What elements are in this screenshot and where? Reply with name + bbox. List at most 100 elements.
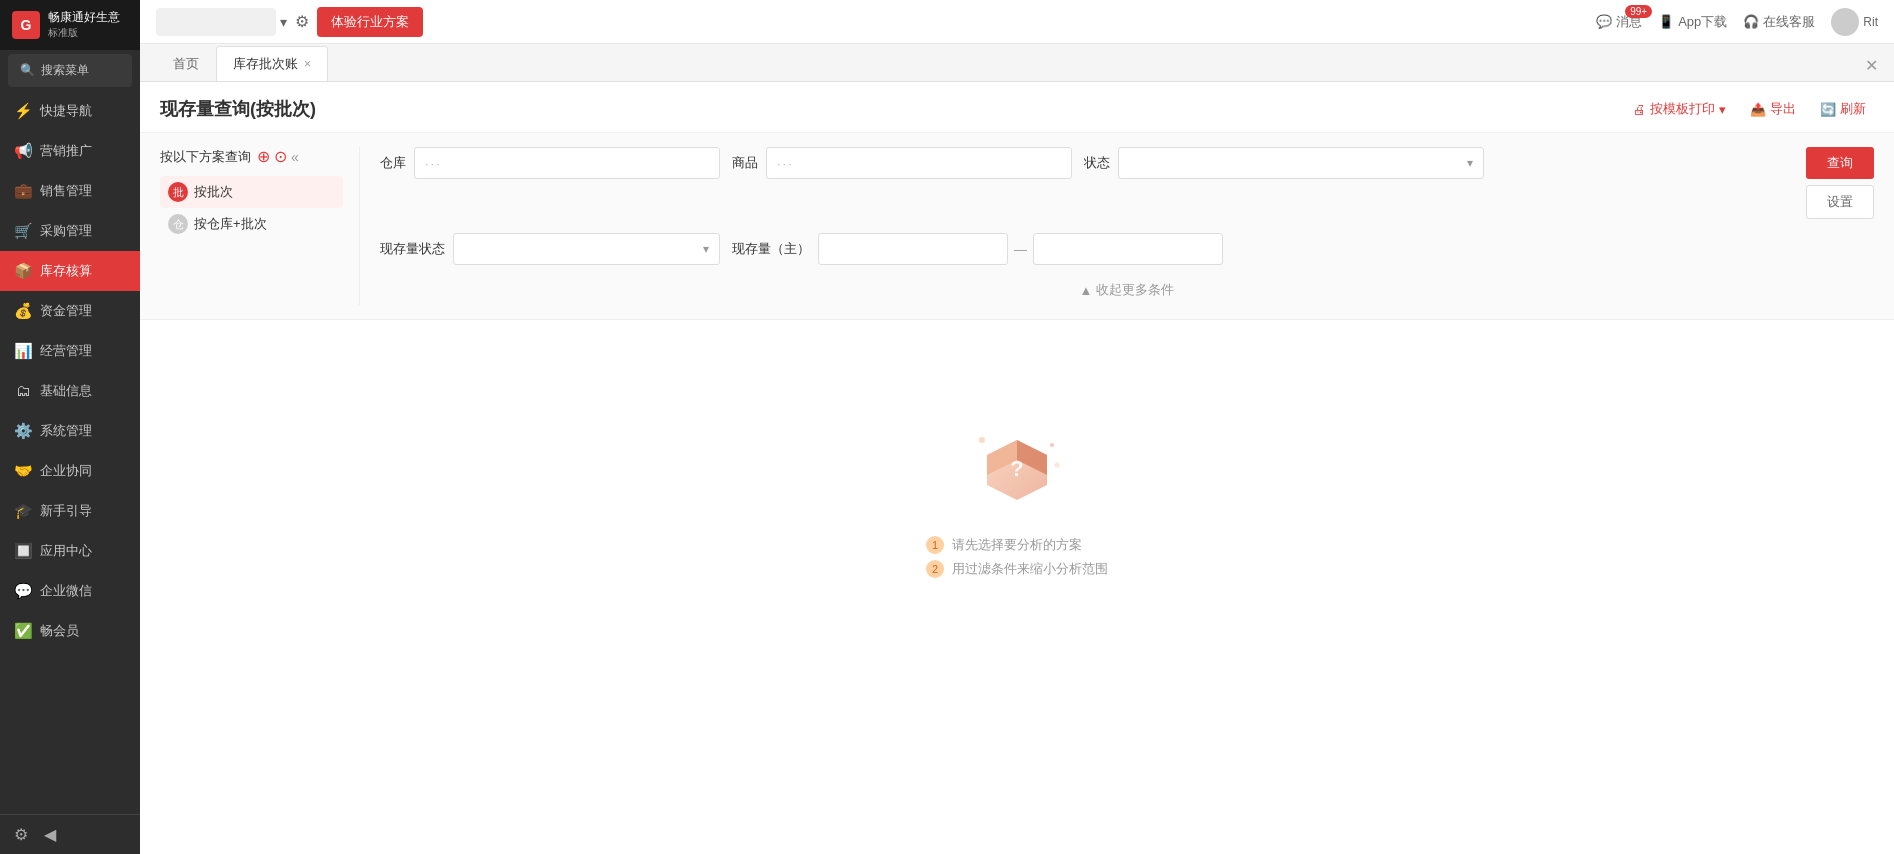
sidebar-item-label: 营销推广 [40,142,92,160]
tip-text-1: 请先选择要分析的方案 [952,536,1082,554]
trial-button[interactable]: 体验行业方案 [317,7,423,37]
app-center-icon: 🔲 [14,542,32,560]
filter-plan-label: 按以下方案查询 [160,148,251,166]
svg-point-4 [979,437,985,443]
online-service-label: 在线客服 [1763,13,1815,31]
online-service-button[interactable]: 🎧 在线客服 [1743,13,1815,31]
sales-icon: 💼 [14,182,32,200]
warehouse-placeholder: ··· [425,156,442,171]
topbar: ▾ ⚙ 体验行业方案 💬 消息 99+ 📱 App下载 🎧 在线客服 Rit [140,0,1894,44]
plan-item-by-warehouse-batch[interactable]: 仓 按仓库+批次 [160,208,343,240]
product-filter-input[interactable]: ··· [766,147,1072,179]
search-menu-label: 搜索菜单 [41,62,89,79]
sidebar-item-basics[interactable]: 🗂 基础信息 [0,371,140,411]
enterprise-icon: 🤝 [14,462,32,480]
app-download-label: App下载 [1678,13,1727,31]
messages-badge: 99+ [1625,5,1652,18]
page-header: 现存量查询(按批次) 🖨 按模板打印 ▾ 📤 导出 🔄 刷新 [140,82,1894,133]
sidebar-item-system[interactable]: ⚙️ 系统管理 [0,411,140,451]
sidebar-item-vip[interactable]: ✅ 畅会员 [0,611,140,651]
print-icon: 🖨 [1633,102,1646,117]
print-dropdown-icon[interactable]: ▾ [1719,102,1726,117]
filter-area: 按以下方案查询 ⊕ ⊙ « 批 按批次 仓 按仓库+批次 [140,133,1894,320]
svg-text:?: ? [1010,456,1023,481]
sidebar-item-wechat[interactable]: 💬 企业微信 [0,571,140,611]
stock-qty-min-input[interactable] [818,233,1008,265]
refresh-icon: 🔄 [1820,102,1836,117]
sidebar-item-label: 企业协同 [40,462,92,480]
search-menu-button[interactable]: 🔍 搜索菜单 [8,54,132,87]
wechat-icon: 💬 [14,582,32,600]
sidebar-item-purchase[interactable]: 🛒 采购管理 [0,211,140,251]
empty-svg: ? [957,400,1077,520]
plan-settings-icon[interactable]: ⊙ [274,147,287,166]
stock-qty-max-input[interactable] [1033,233,1223,265]
export-icon: 📤 [1750,102,1766,117]
sidebar-item-marketing[interactable]: 📢 营销推广 [0,131,140,171]
sidebar-item-label: 系统管理 [40,422,92,440]
message-icon: 💬 [1596,14,1612,29]
messages-button[interactable]: 💬 消息 99+ [1596,13,1642,31]
tab-inventory-batch[interactable]: 库存批次账 × [216,46,328,81]
query-button[interactable]: 查询 [1806,147,1874,179]
stock-qty-range: — [818,233,1223,265]
sidebar-footer: ⚙ ◀ [0,814,140,854]
status-filter-select[interactable]: ▾ [1118,147,1484,179]
tip-text-2: 用过滤条件来缩小分析范围 [952,560,1108,578]
filter-warehouse: 仓库 ··· [380,147,720,179]
collapse-plan-icon[interactable]: « [291,149,299,165]
plan-batch-icon: 批 [168,182,188,202]
sidebar-item-label: 新手引导 [40,502,92,520]
tab-close-icon[interactable]: × [304,57,311,71]
export-label: 导出 [1770,100,1796,118]
user-profile-button[interactable]: Rit [1831,8,1878,36]
settings-button[interactable]: 设置 [1806,185,1874,219]
sidebar-nav: ⚡ 快捷导航 📢 营销推广 💼 销售管理 🛒 采购管理 📦 库存核算 💰 资金管… [0,91,140,814]
sidebar: G 畅康通好生意 标准版 🔍 搜索菜单 ⚡ 快捷导航 📢 营销推广 💼 销售管理… [0,0,140,854]
refresh-button[interactable]: 🔄 刷新 [1812,96,1874,122]
sidebar-item-inventory[interactable]: 📦 库存核算 [0,251,140,291]
collapse-sidebar-icon[interactable]: ◀ [44,825,56,844]
add-plan-icon[interactable]: ⊕ [257,147,270,166]
filter-product: 商品 ··· [732,147,1072,179]
plan-warehouse-label: 按仓库+批次 [194,215,267,233]
sidebar-item-operations[interactable]: 📊 经营管理 [0,331,140,371]
print-template-button[interactable]: 🖨 按模板打印 ▾ [1625,96,1734,122]
topbar-dropdown-icon[interactable]: ▾ [280,14,287,30]
sidebar-item-enterprise[interactable]: 🤝 企业协同 [0,451,140,491]
plan-item-by-batch[interactable]: 批 按批次 [160,176,343,208]
empty-tip-1: 1 请先选择要分析的方案 [926,536,1108,554]
sidebar-item-label: 畅会员 [40,622,79,640]
sidebar-item-new-guide[interactable]: 🎓 新手引导 [0,491,140,531]
plan-warehouse-icon: 仓 [168,214,188,234]
sidebar-item-finance[interactable]: 💰 资金管理 [0,291,140,331]
app-download-button[interactable]: 📱 App下载 [1658,13,1727,31]
topbar-gear-icon[interactable]: ⚙ [295,12,309,31]
plan-batch-label: 按批次 [194,183,233,201]
purchase-icon: 🛒 [14,222,32,240]
main-content: ▾ ⚙ 体验行业方案 💬 消息 99+ 📱 App下载 🎧 在线客服 Rit [140,0,1894,854]
user-avatar [1831,8,1859,36]
tab-home-label: 首页 [173,55,199,73]
filter-plan-title: 按以下方案查询 ⊕ ⊙ « [160,147,343,166]
tabs-close-all-icon[interactable]: ✕ [1865,56,1878,81]
settings-footer-icon[interactable]: ⚙ [14,825,28,844]
empty-tips: 1 请先选择要分析的方案 2 用过滤条件来缩小分析范围 [926,536,1108,578]
app-title-block: 畅康通好生意 标准版 [48,10,120,40]
topbar-left: ▾ ⚙ 体验行业方案 [156,7,1584,37]
sidebar-item-quick-nav[interactable]: ⚡ 快捷导航 [0,91,140,131]
logo-letter: G [21,17,32,33]
product-filter-label: 商品 [732,154,758,172]
tab-home[interactable]: 首页 [156,46,216,81]
sidebar-item-label: 应用中心 [40,542,92,560]
sidebar-item-sales[interactable]: 💼 销售管理 [0,171,140,211]
tip-num-1: 1 [926,536,944,554]
topbar-search-box[interactable] [156,8,276,36]
filter-inputs-panel: 仓库 ··· 商品 ··· [360,147,1874,305]
sidebar-item-app-center[interactable]: 🔲 应用中心 [0,531,140,571]
collapse-more-button[interactable]: ▲ 收起更多条件 [380,275,1874,305]
warehouse-filter-input[interactable]: ··· [414,147,720,179]
stock-status-select[interactable]: ▾ [453,233,720,265]
export-button[interactable]: 📤 导出 [1742,96,1804,122]
warehouse-filter-label: 仓库 [380,154,406,172]
